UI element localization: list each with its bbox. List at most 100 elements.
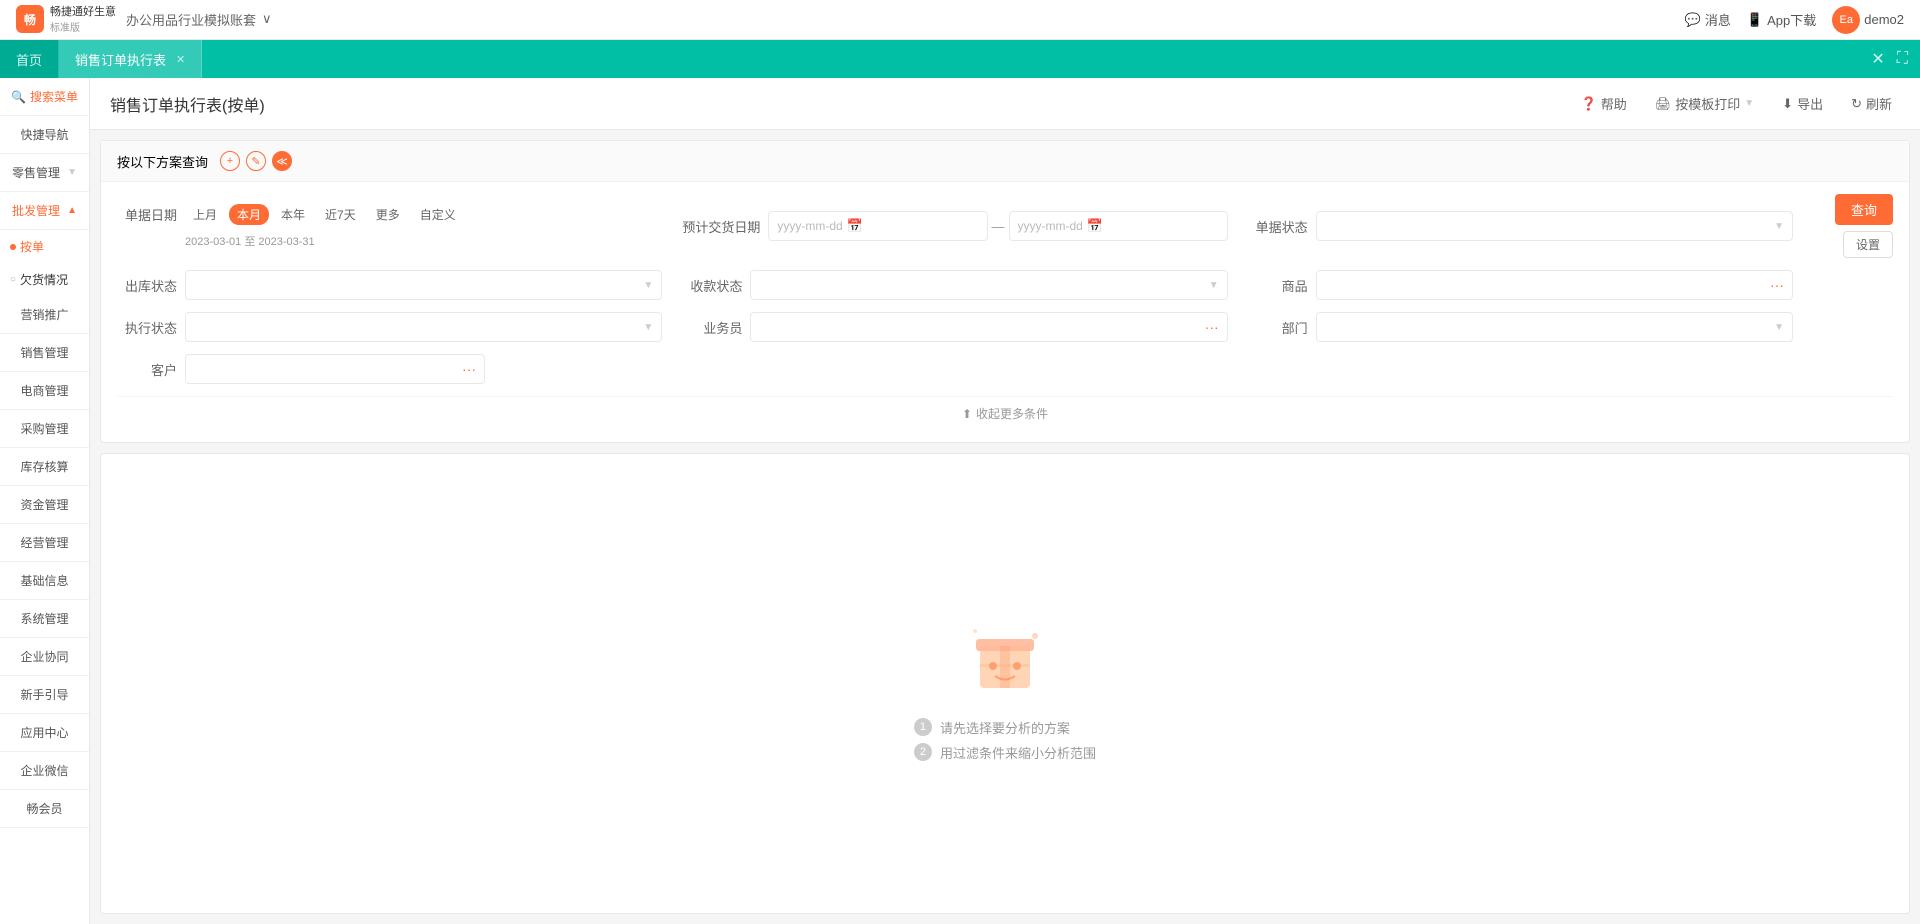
filter-row-3: 执行状态 ▼ 业务员 ··· 部门 — [117, 312, 1893, 342]
sidebar-item-guide[interactable]: 新手引导 — [0, 676, 89, 714]
out-status-select[interactable]: ▼ — [185, 270, 662, 300]
filter-row-4: 客户 ··· — [117, 354, 1893, 384]
goods-input[interactable]: ··· — [1316, 270, 1793, 300]
collapse-scheme-button[interactable]: ≪ — [272, 151, 292, 171]
wholesale-arrow-icon: ▲ — [67, 205, 77, 216]
preset-7days[interactable]: 近7天 — [317, 204, 364, 225]
help-label: 帮助 — [1601, 94, 1627, 113]
empty-svg-icon — [960, 611, 1050, 701]
tab-sales-order[interactable]: 销售订单执行表 ✕ — [59, 40, 202, 78]
system-label: 系统管理 — [20, 610, 68, 627]
enterprise-label: 企业协同 — [20, 648, 68, 665]
sub-item-backorder[interactable]: ○ 欠货情况 — [0, 263, 89, 296]
sidebar-item-wholesale[interactable]: 批发管理 ▲ — [0, 192, 89, 230]
receipt-status-select[interactable]: ▼ — [750, 270, 1227, 300]
preset-more[interactable]: 更多 — [368, 204, 408, 225]
sidebar-item-retail[interactable]: 零售管理 ▼ — [0, 154, 89, 192]
add-scheme-button[interactable]: + — [220, 151, 240, 171]
sidebar-item-inventory[interactable]: 库存核算 — [0, 448, 89, 486]
edit-scheme-button[interactable]: ✎ — [246, 151, 266, 171]
sidebar-item-finance[interactable]: 资金管理 — [0, 486, 89, 524]
sidebar-item-basic-info[interactable]: 基础信息 — [0, 562, 89, 600]
salesperson-label: 业务员 — [682, 318, 742, 337]
settings-button[interactable]: 设置 — [1843, 231, 1893, 258]
sidebar-item-quick-nav[interactable]: 快捷导航 — [0, 116, 89, 154]
preset-this-year[interactable]: 本年 — [273, 204, 313, 225]
breadcrumb-text: 办公用品行业模拟账套 — [126, 10, 256, 29]
header-left: 畅 畅捷通好生意 标准版 办公用品行业模拟账套 ∨ — [16, 5, 272, 34]
logo-text-area: 畅捷通好生意 标准版 — [50, 5, 116, 34]
refresh-icon: ↻ — [1851, 96, 1862, 112]
doc-status-label: 单据状态 — [1248, 217, 1308, 236]
doc-status-filter: 单据状态 ▼ — [1248, 211, 1793, 241]
close-window-icon[interactable]: ✕ — [1871, 49, 1884, 69]
date-start-placeholder: yyyy-mm-dd — [777, 219, 842, 233]
download-icon: 📱 — [1747, 12, 1763, 28]
home-tab-label: 首页 — [16, 50, 42, 69]
filter-header: 按以下方案查询 + ✎ ≪ — [101, 141, 1909, 182]
sub-item-by-order[interactable]: 按单 — [0, 230, 89, 263]
expected-date-end-input[interactable]: yyyy-mm-dd 📅 — [1009, 211, 1228, 241]
inventory-label: 库存核算 — [20, 458, 68, 475]
message-button[interactable]: 💬 消息 — [1685, 10, 1731, 29]
sidebar-item-appstore[interactable]: 应用中心 — [0, 714, 89, 752]
sidebar-item-member[interactable]: 畅会员 — [0, 790, 89, 828]
salesperson-input[interactable]: ··· — [750, 312, 1227, 342]
refresh-button[interactable]: ↻ 刷新 — [1843, 90, 1900, 117]
breadcrumb-arrow: ∨ — [262, 11, 272, 27]
sidebar-item-purchase[interactable]: 采购管理 — [0, 410, 89, 448]
dept-arrow-icon: ▼ — [1774, 322, 1784, 333]
sidebar-item-marketing[interactable]: 营销推广 — [0, 296, 89, 334]
tab-home[interactable]: 首页 — [0, 40, 59, 78]
sidebar-item-enterprise[interactable]: 企业协同 — [0, 638, 89, 676]
logo-icon-text: 畅 — [24, 11, 36, 28]
maximize-icon[interactable]: ⛶ — [1897, 50, 1908, 68]
app-download-button[interactable]: 📱 App下载 — [1747, 10, 1816, 29]
step-2-num: 2 — [914, 743, 932, 761]
exec-status-arrow-icon: ▼ — [643, 322, 653, 333]
user-area[interactable]: Ea demo2 — [1832, 6, 1904, 34]
sidebar-item-wechat[interactable]: 企业微信 — [0, 752, 89, 790]
goods-label: 商品 — [1248, 276, 1308, 295]
dept-select[interactable]: ▼ — [1316, 312, 1793, 342]
sidebar-search[interactable]: 🔍 搜索菜单 — [0, 78, 89, 116]
query-button[interactable]: 查询 — [1835, 194, 1893, 225]
expected-date-range: yyyy-mm-dd 📅 — yyyy-mm-dd 📅 — [768, 211, 1227, 241]
sidebar-item-ecommerce[interactable]: 电商管理 — [0, 372, 89, 410]
customer-input[interactable]: ··· — [185, 354, 485, 384]
print-arrow-icon: ▼ — [1744, 98, 1754, 109]
export-button[interactable]: ⬇ 导出 — [1774, 90, 1831, 117]
print-button[interactable]: 🖨 按模板打印 ▼ — [1647, 90, 1762, 117]
tab-close-icon[interactable]: ✕ — [176, 53, 185, 66]
sidebar-item-sales[interactable]: 销售管理 — [0, 334, 89, 372]
empty-state: 1 请先选择要分析的方案 2 用过滤条件来缩小分析范围 — [914, 606, 1096, 762]
message-icon: 💬 — [1685, 12, 1701, 28]
date-filter-group: 单据日期 上月 本月 本年 近7天 更多 自定义 2023-03-01 至 20… — [117, 204, 662, 249]
breadcrumb[interactable]: 办公用品行业模拟账套 ∨ — [126, 10, 272, 29]
wholesale-label: 批发管理 — [12, 202, 60, 219]
purchase-label: 采购管理 — [20, 420, 68, 437]
help-button[interactable]: ❓ 帮助 — [1573, 90, 1635, 117]
goods-more-icon[interactable]: ··· — [1770, 277, 1784, 293]
sidebar-item-system[interactable]: 系统管理 — [0, 600, 89, 638]
page-header: 销售订单执行表(按单) ❓ 帮助 🖨 按模板打印 ▼ ⬇ 导出 ↻ 刷新 — [90, 78, 1920, 130]
collapse-bar[interactable]: ⬆ 收起更多条件 — [117, 396, 1893, 430]
page-header-actions: ❓ 帮助 🖨 按模板打印 ▼ ⬇ 导出 ↻ 刷新 — [1573, 90, 1900, 117]
out-status-label: 出库状态 — [117, 276, 177, 295]
filter-row-1: 单据日期 上月 本月 本年 近7天 更多 自定义 2023-03-01 至 20… — [117, 194, 1893, 258]
customer-more-icon[interactable]: ··· — [462, 361, 476, 377]
preset-last-month[interactable]: 上月 — [185, 204, 225, 225]
export-label: 导出 — [1797, 94, 1823, 113]
expected-date-start-input[interactable]: yyyy-mm-dd 📅 — [768, 211, 987, 241]
sidebar-item-business[interactable]: 经营管理 — [0, 524, 89, 562]
print-label: 按模板打印 — [1675, 94, 1740, 113]
wechat-label: 企业微信 — [20, 762, 68, 779]
date-dash: — — [992, 219, 1005, 234]
preset-this-month[interactable]: 本月 — [229, 204, 269, 225]
salesperson-more-icon[interactable]: ··· — [1205, 319, 1219, 335]
message-label: 消息 — [1705, 10, 1731, 29]
doc-status-select[interactable]: ▼ — [1316, 211, 1793, 241]
preset-custom[interactable]: 自定义 — [412, 204, 464, 225]
sales-label: 销售管理 — [20, 344, 68, 361]
exec-status-select[interactable]: ▼ — [185, 312, 662, 342]
